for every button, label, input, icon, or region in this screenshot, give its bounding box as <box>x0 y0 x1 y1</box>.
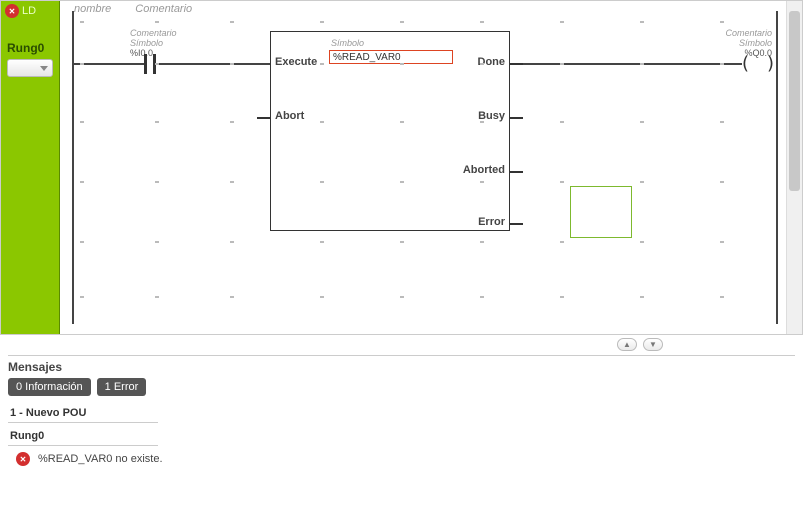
fb-symbol-input[interactable] <box>329 50 453 64</box>
scrollbar-thumb[interactable] <box>789 11 800 191</box>
fb-pin <box>509 63 523 65</box>
fb-port-done: Done <box>478 56 506 68</box>
grid-dot <box>640 21 644 23</box>
grid-dot <box>640 121 644 123</box>
grid-dot <box>155 63 159 65</box>
grid-dot <box>80 241 84 243</box>
grid-dot <box>720 63 724 65</box>
grid-dot <box>640 296 644 298</box>
grid-dot <box>155 121 159 123</box>
grid-dot <box>230 121 234 123</box>
messages-panel: Mensajes 0 Información 1 Error 1 - Nuevo… <box>8 355 795 503</box>
grid-dot <box>230 181 234 183</box>
grid-dot <box>480 241 484 243</box>
grid-dot <box>320 296 324 298</box>
grid-dot <box>720 241 724 243</box>
vertical-scrollbar[interactable] <box>786 1 802 334</box>
grid-dot <box>480 181 484 183</box>
grid-dot <box>720 296 724 298</box>
grid-dot <box>720 121 724 123</box>
grid-dot <box>80 121 84 123</box>
grid-dot <box>155 241 159 243</box>
grid-dot <box>320 121 324 123</box>
grid-dot <box>400 241 404 243</box>
fb-port-execute: Execute <box>275 56 317 68</box>
grid-dot <box>320 241 324 243</box>
grid-dot <box>155 21 159 23</box>
ladder-editor: LD Rung0 nombre Comentario Comentario Sí… <box>0 0 803 335</box>
error-icon <box>16 452 30 466</box>
grid-dot <box>80 181 84 183</box>
grid-dot <box>480 121 484 123</box>
grid-dot <box>80 296 84 298</box>
grid-dot <box>230 241 234 243</box>
grid-dot <box>560 181 564 183</box>
grid-dot <box>400 181 404 183</box>
grid-dot <box>640 63 644 65</box>
grid-dot <box>400 63 404 65</box>
rung-dropdown[interactable] <box>7 59 53 77</box>
grid-dot <box>320 21 324 23</box>
tab-info[interactable]: 0 Información <box>8 378 91 396</box>
ladder-canvas[interactable]: Comentario Símbolo %I0.0 Comentario Símb… <box>60 1 802 334</box>
grid-dot <box>400 21 404 23</box>
function-block[interactable]: Símbolo Execute Abort Done Busy Aborted … <box>270 31 510 231</box>
collapse-up-button[interactable]: ▲ <box>617 338 637 351</box>
error-icon <box>5 4 19 18</box>
wire <box>158 63 270 65</box>
editor-sidebar: LD Rung0 <box>1 1 60 334</box>
grid-dot <box>640 241 644 243</box>
grid-dot <box>400 121 404 123</box>
fb-pin <box>509 223 523 225</box>
rung-name[interactable]: Rung0 <box>1 41 59 55</box>
grid-dot <box>480 21 484 23</box>
grid-dot <box>560 21 564 23</box>
grid-dot <box>560 296 564 298</box>
grid-dot <box>320 63 324 65</box>
language-indicator: LD <box>1 1 59 21</box>
grid-dot <box>155 296 159 298</box>
grid-dot <box>480 296 484 298</box>
grid-dot <box>155 181 159 183</box>
fb-port-abort: Abort <box>275 110 304 122</box>
grid-dot <box>480 63 484 65</box>
panel-collapse-controls: ▲ ▼ <box>617 338 663 351</box>
fb-pin <box>509 117 523 119</box>
language-label: LD <box>22 5 36 17</box>
canvas-wrap: nombre Comentario Comentario Símbolo %I0… <box>60 1 802 334</box>
tab-error[interactable]: 1 Error <box>97 378 147 396</box>
grid-dot <box>720 181 724 183</box>
power-rail-left <box>72 11 74 324</box>
msg-group-pou[interactable]: 1 - Nuevo POU <box>8 404 158 423</box>
error-message-row[interactable]: %READ_VAR0 no existe. <box>8 450 795 468</box>
grid-dot <box>230 21 234 23</box>
fb-port-error: Error <box>478 216 505 228</box>
grid-dot <box>400 296 404 298</box>
msg-group-rung[interactable]: Rung0 <box>8 427 158 446</box>
collapse-down-button[interactable]: ▼ <box>643 338 663 351</box>
grid-dot <box>560 241 564 243</box>
grid-dot <box>560 121 564 123</box>
messages-title: Mensajes <box>8 360 795 374</box>
fb-pin <box>257 117 271 119</box>
grid-dot <box>230 296 234 298</box>
grid-dot <box>230 63 234 65</box>
error-message-text: %READ_VAR0 no existe. <box>38 453 163 465</box>
output-coil[interactable]: ( ) <box>748 52 770 74</box>
selection-rect[interactable] <box>570 186 632 238</box>
grid-dot <box>720 21 724 23</box>
wire <box>510 63 742 65</box>
grid-dot <box>320 181 324 183</box>
fb-symbol-label: Símbolo <box>331 38 364 48</box>
fb-pin <box>509 171 523 173</box>
grid-dot <box>560 63 564 65</box>
grid-dot <box>640 181 644 183</box>
wire <box>74 63 144 65</box>
grid-dot <box>80 63 84 65</box>
grid-dot <box>80 21 84 23</box>
fb-port-aborted: Aborted <box>463 164 505 176</box>
